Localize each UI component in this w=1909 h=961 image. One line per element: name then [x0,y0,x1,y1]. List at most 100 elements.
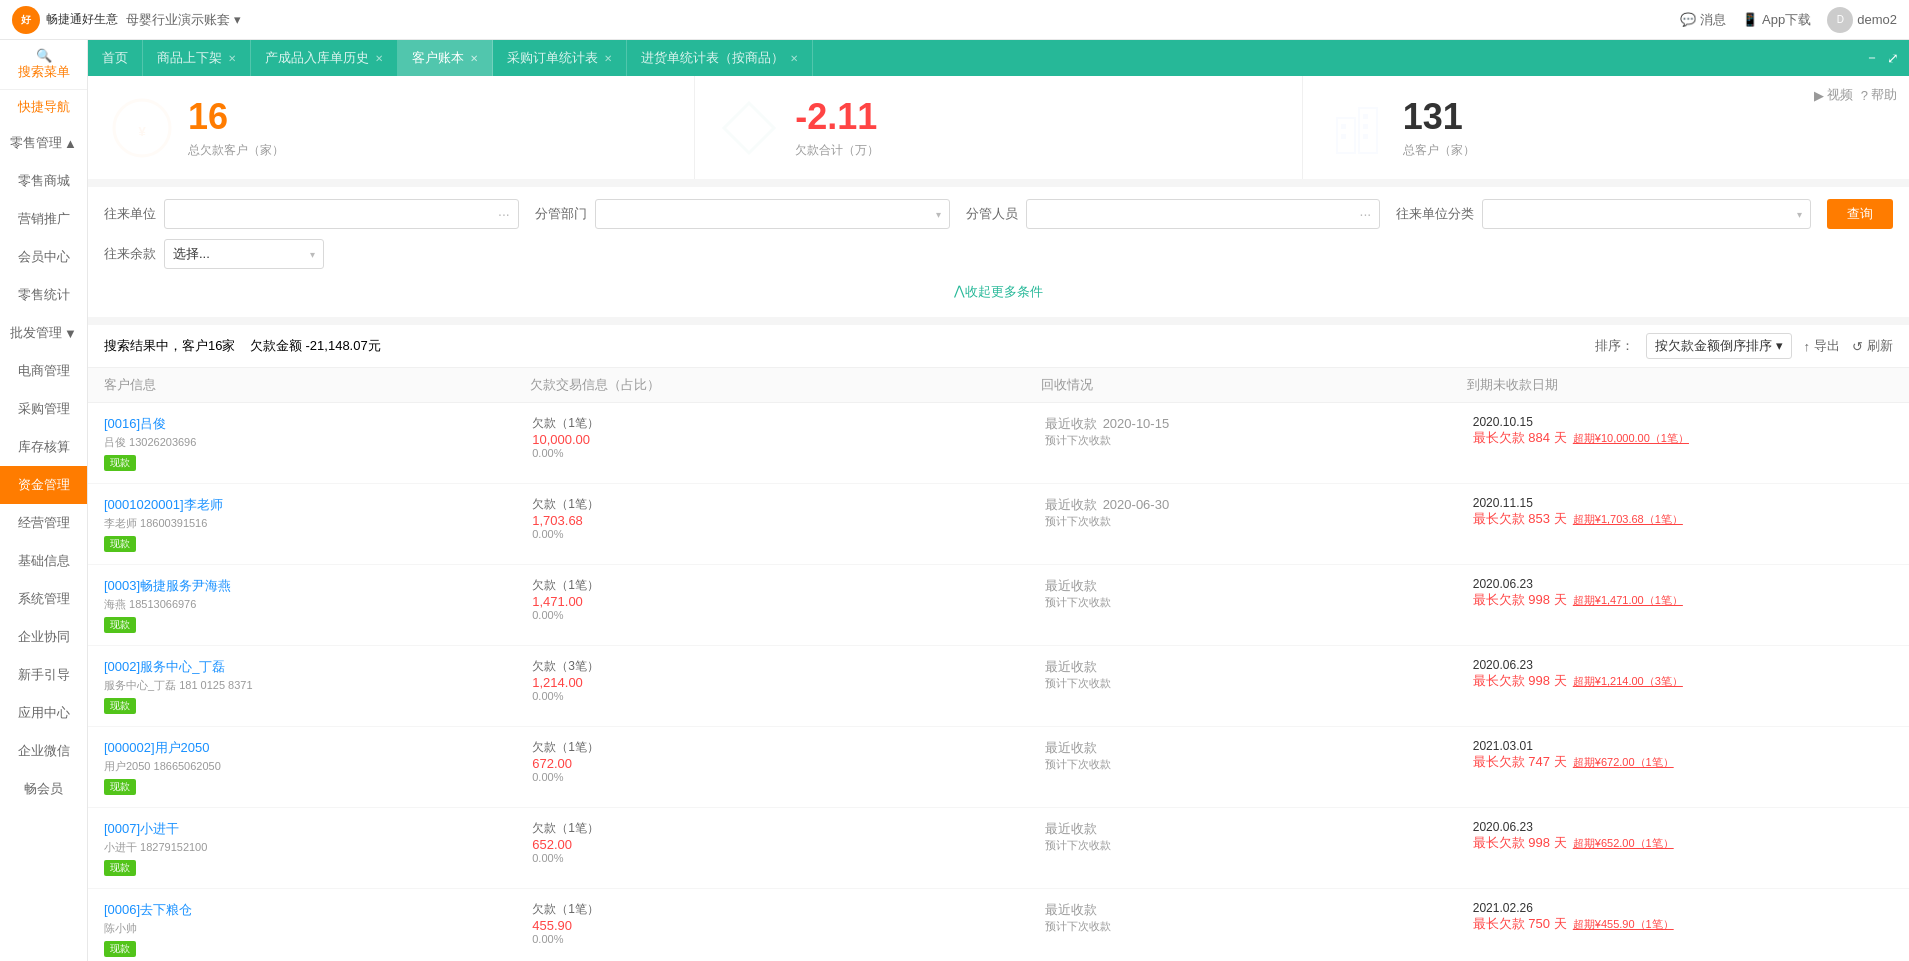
sidebar-item-retail-stats[interactable]: 零售统计 [0,276,87,314]
sidebar-item-quick-nav[interactable]: 快捷导航 [0,90,87,124]
tab-purchase-order-stats[interactable]: 采购订单统计表 ✕ [493,40,627,76]
sidebar-item-system-mgmt[interactable]: 系统管理 [0,580,87,618]
tab-production-history[interactable]: 产成品入库单历史 ✕ [251,40,398,76]
export-button[interactable]: ↑ 导出 [1804,337,1841,355]
customer-id: [0016] [104,416,140,431]
overdue-link[interactable]: 超期¥652.00（1笔） [1573,837,1674,849]
sidebar-item-new-guide[interactable]: 新手引导 [0,656,87,694]
debt-info-cell: 欠款（1笔） 652.00 0.00% [532,820,1036,876]
debt-ratio: 0.00% [532,852,1036,864]
sidebar-item-label: 企业微信 [18,743,70,758]
sidebar-item-label: 企业协同 [18,629,70,644]
overdue-date: 2020.06.23 [1473,658,1893,672]
overdue-link[interactable]: 超期¥1,471.00（1笔） [1573,594,1683,606]
overdue-link[interactable]: 超期¥1,703.68（1笔） [1573,513,1683,525]
sidebar-item-ecommerce-mgmt[interactable]: 电商管理 [0,352,87,390]
customer-name[interactable]: [0003]畅捷服务尹海燕 [104,577,524,595]
close-icon[interactable]: ✕ [375,53,383,64]
sidebar-search[interactable]: 🔍 搜索菜单 [0,40,87,90]
sidebar-item-wholesale-mgmt[interactable]: 批发管理 ▼ [0,314,87,352]
play-icon: ▶ [1814,88,1824,103]
sidebar-item-label: 采购管理 [18,401,70,416]
customer-name[interactable]: [000002]用户2050 [104,739,524,757]
close-icon[interactable]: ✕ [470,53,478,64]
sidebar-item-chang-member[interactable]: 畅会员 [0,770,87,808]
app-download-button[interactable]: 📱 App下载 [1742,11,1811,29]
help-button[interactable]: ? 帮助 [1861,86,1897,104]
overdue-link[interactable]: 超期¥10,000.00（1笔） [1573,432,1689,444]
main-layout: 🔍 搜索菜单 快捷导航 零售管理 ▲ 零售商城 营销推广 会员中心 零售统计 批… [0,40,1909,961]
sidebar: 🔍 搜索菜单 快捷导航 零售管理 ▲ 零售商城 营销推广 会员中心 零售统计 批… [0,40,88,961]
sidebar-item-basic-info[interactable]: 基础信息 [0,542,87,580]
customer-contact: 陈小帅 [104,921,524,936]
filter-select-category[interactable]: ▾ [1482,199,1811,229]
messages-button[interactable]: 💬 消息 [1680,11,1726,29]
customer-name[interactable]: [0016]吕俊 [104,415,524,433]
filter-select-balance[interactable]: 选择... ▾ [164,239,324,269]
sidebar-item-enterprise-collab[interactable]: 企业协同 [0,618,87,656]
customer-contact: 海燕 18513066976 [104,597,524,612]
sidebar-item-inventory[interactable]: 库存核算 [0,428,87,466]
dots-icon[interactable]: ··· [498,206,510,222]
tab-product-listing[interactable]: 商品上下架 ✕ [143,40,251,76]
sort-select[interactable]: 按欠款金额倒序排序 ▾ [1646,333,1791,359]
overdue-date: 2020.06.23 [1473,820,1893,834]
sidebar-item-enterprise-wechat[interactable]: 企业微信 [0,732,87,770]
tab-customer-ledger[interactable]: 客户账本 ✕ [398,40,493,76]
table-row: [000002]用户2050 用户2050 18665062050 现款 欠款（… [88,727,1909,808]
filter-input-person[interactable]: ··· [1026,199,1381,229]
filter-select-dept[interactable]: ▾ [595,199,950,229]
sidebar-item-finance-mgmt[interactable]: 资金管理 [0,466,87,504]
video-button[interactable]: ▶ 视频 [1814,86,1853,104]
customer-name[interactable]: [0001020001]李老师 [104,496,524,514]
customer-name[interactable]: [0002]服务中心_丁磊 [104,658,524,676]
tab-purchase-stats-by-product[interactable]: 进货单统计表（按商品） ✕ [627,40,813,76]
search-icon: 🔍 [4,48,83,63]
sidebar-item-operations-mgmt[interactable]: 经营管理 [0,504,87,542]
customer-name[interactable]: [0007]小进干 [104,820,524,838]
customer-contact: 小进干 18279152100 [104,840,524,855]
filter-input-unit[interactable]: ··· [164,199,519,229]
close-icon[interactable]: ✕ [228,53,236,64]
overdue-cell: 2020.06.23 最长欠款 998 天 超期¥652.00（1笔） [1473,820,1893,876]
tab-home[interactable]: 首页 [88,40,143,76]
customer-contact: 李老师 18600391516 [104,516,524,531]
overdue-link[interactable]: 超期¥672.00（1笔） [1573,756,1674,768]
sidebar-item-label: 应用中心 [18,705,70,720]
debt-amount: 652.00 [532,837,1036,852]
logo-area: 好 畅捷通好生意 [12,6,118,34]
sidebar-item-retail-mgmt[interactable]: 零售管理 ▲ [0,124,87,162]
close-icon[interactable]: ✕ [790,53,798,64]
tab-minimize-button[interactable]: － [1865,49,1879,67]
tab-label: 客户账本 [412,49,464,67]
sidebar-item-retail-mall[interactable]: 零售商城 [0,162,87,200]
result-actions: 排序： 按欠款金额倒序排序 ▾ ↑ 导出 ↺ 刷新 [1595,333,1893,359]
collapse-row[interactable]: ⋀ 收起更多条件 [104,279,1893,305]
user-profile[interactable]: D demo2 [1827,7,1897,33]
customer-contact: 服务中心_丁磊 181 0125 8371 [104,678,524,693]
header-collection: 回收情况 [1041,376,1467,394]
sidebar-item-member-center[interactable]: 会员中心 [0,238,87,276]
tab-bar: 首页 商品上下架 ✕ 产成品入库单历史 ✕ 客户账本 ✕ 采购订单统计表 ✕ 进… [88,40,1909,76]
sidebar-item-app-center[interactable]: 应用中心 [0,694,87,732]
overdue-link[interactable]: 超期¥455.90（1笔） [1573,918,1674,930]
debt-ratio: 0.00% [532,690,1036,702]
select-value: 选择... [173,245,210,263]
close-icon[interactable]: ✕ [604,53,612,64]
overdue-link[interactable]: 超期¥1,214.00（3笔） [1573,675,1683,687]
quick-nav-label: 快捷导航 [4,98,83,116]
search-button[interactable]: 查询 [1827,199,1893,229]
customer-name[interactable]: [0006]去下粮仓 [104,901,524,919]
sidebar-item-marketing[interactable]: 营销推广 [0,200,87,238]
company-selector[interactable]: 母婴行业演示账套 ▾ [126,11,241,29]
customer-info-cell: [0007]小进干 小进干 18279152100 现款 [104,820,524,876]
tab-maximize-button[interactable]: ⤢ [1887,50,1899,66]
dots-icon[interactable]: ··· [1360,206,1372,222]
sidebar-item-label: 会员中心 [18,249,70,264]
stat-label-debt-customers: 总欠款客户（家） [188,142,284,159]
refresh-button[interactable]: ↺ 刷新 [1852,337,1893,355]
recent-date: 2020-10-15 [1103,416,1170,431]
help-icon: ? [1861,88,1868,103]
building-icon [1327,98,1387,158]
sidebar-item-purchase-mgmt[interactable]: 采购管理 [0,390,87,428]
